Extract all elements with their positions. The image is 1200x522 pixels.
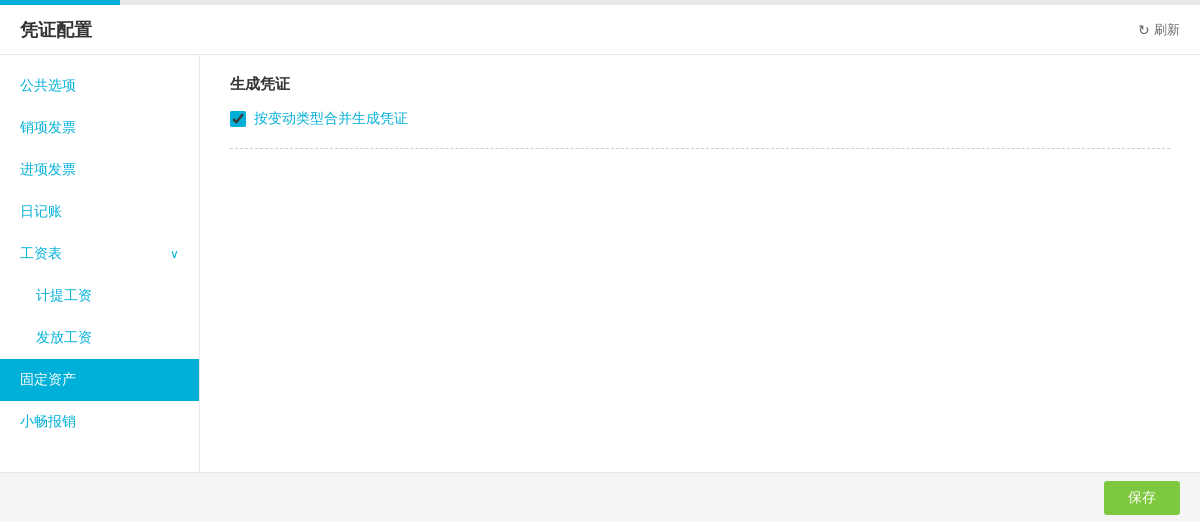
page-container: 凭证配置 ↻ 刷新 公共选项销项发票进项发票日记账工资表 ∨ 计提工资发放工资固定资… [0, 0, 1200, 522]
sidebar-item-petty-expense[interactable]: 小畅报销 [0, 401, 199, 443]
sidebar-item-fixed-assets[interactable]: 固定资产 [0, 359, 199, 401]
content-area: 生成凭证 按变动类型合并生成凭证 [200, 55, 1200, 472]
sidebar-item-label: 工资表 [20, 245, 62, 263]
sidebar-item-label: 小畅报销 [20, 413, 76, 431]
section-divider [230, 148, 1170, 149]
sidebar: 公共选项销项发票进项发票日记账工资表 ∨ 计提工资发放工资固定资产小畅报销 [0, 55, 200, 472]
sidebar-item-purchase-invoice[interactable]: 进项发票 [0, 149, 199, 191]
sidebar-item-commission-payroll[interactable]: 计提工资 [0, 275, 199, 317]
page-footer: 保存 [0, 472, 1200, 522]
sidebar-item-label: 发放工资 [36, 329, 92, 347]
page-header: 凭证配置 ↻ 刷新 [0, 5, 1200, 55]
sidebar-item-label: 计提工资 [36, 287, 92, 305]
merge-by-type-checkbox[interactable] [230, 111, 246, 127]
sidebar-item-label: 固定资产 [20, 371, 76, 389]
sidebar-item-journal[interactable]: 日记账 [0, 191, 199, 233]
top-tab-bar [0, 0, 1200, 5]
chevron-down-icon: ∨ [170, 247, 179, 261]
checkbox-row: 按变动类型合并生成凭证 [230, 110, 1170, 128]
refresh-button[interactable]: ↻ 刷新 [1138, 21, 1180, 39]
main-layout: 公共选项销项发票进项发票日记账工资表 ∨ 计提工资发放工资固定资产小畅报销 生成凭证… [0, 55, 1200, 472]
merge-by-type-label[interactable]: 按变动类型合并生成凭证 [254, 110, 408, 128]
sidebar-item-label: 日记账 [20, 203, 62, 221]
sidebar-item-payroll[interactable]: 工资表 ∨ [0, 233, 199, 275]
refresh-icon: ↻ [1138, 22, 1150, 38]
page-title: 凭证配置 [20, 18, 92, 42]
sidebar-item-label: 进项发票 [20, 161, 76, 179]
refresh-label: 刷新 [1154, 21, 1180, 39]
sidebar-item-sales-invoice[interactable]: 销项发票 [0, 107, 199, 149]
sidebar-item-distribute-payroll[interactable]: 发放工资 [0, 317, 199, 359]
sidebar-item-public-options[interactable]: 公共选项 [0, 65, 199, 107]
sidebar-item-label: 销项发票 [20, 119, 76, 137]
top-tab-active-indicator [0, 0, 120, 5]
section-title: 生成凭证 [230, 75, 1170, 94]
save-button[interactable]: 保存 [1104, 481, 1180, 515]
sidebar-item-label: 公共选项 [20, 77, 76, 95]
